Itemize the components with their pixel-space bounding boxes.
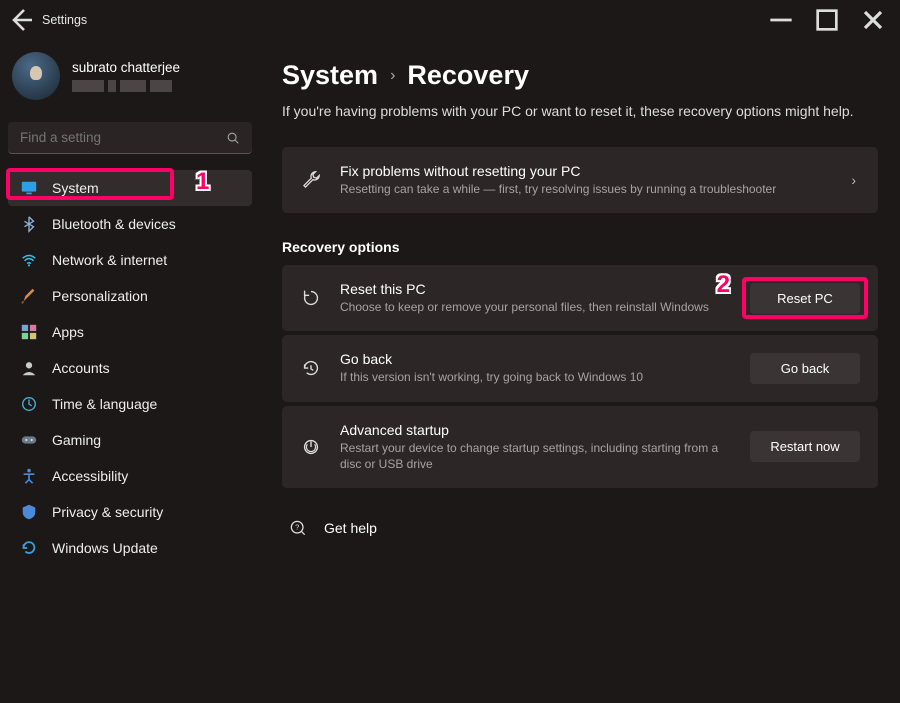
help-icon: ? <box>288 518 308 538</box>
advanced-startup-card: Advanced startup Restart your device to … <box>282 406 878 488</box>
maximize-button[interactable] <box>804 4 850 36</box>
card-title: Advanced startup <box>340 422 732 438</box>
close-button[interactable] <box>850 4 896 36</box>
annotation-number-1: 1 <box>196 168 209 196</box>
sidebar-item-accessibility[interactable]: Accessibility <box>8 458 252 494</box>
display-icon <box>20 179 38 197</box>
window-title: Settings <box>42 13 87 27</box>
sidebar-item-label: Accounts <box>52 360 110 376</box>
card-subtitle: Restart your device to change startup se… <box>340 440 730 472</box>
sidebar-item-label: Apps <box>52 324 84 340</box>
sidebar-item-privacy[interactable]: Privacy & security <box>8 494 252 530</box>
sidebar-item-bluetooth[interactable]: Bluetooth & devices <box>8 206 252 242</box>
card-subtitle: If this version isn't working, try going… <box>340 369 732 385</box>
card-subtitle: Resetting can take a while — first, try … <box>340 181 829 197</box>
breadcrumb-parent[interactable]: System <box>282 60 378 91</box>
sidebar-item-label: Time & language <box>52 396 157 412</box>
apps-icon <box>20 323 38 341</box>
avatar <box>12 52 60 100</box>
search-input[interactable] <box>20 130 226 145</box>
svg-text:?: ? <box>295 523 299 532</box>
wrench-icon <box>300 169 322 191</box>
card-title: Reset this PC <box>340 281 732 297</box>
sidebar-item-label: System <box>52 180 99 196</box>
reset-pc-button[interactable]: Reset PC <box>750 283 860 314</box>
chevron-right-icon: › <box>847 172 860 188</box>
sidebar-item-system[interactable]: System 1 <box>8 170 252 206</box>
restart-now-button[interactable]: Restart now <box>750 431 860 462</box>
get-help-label: Get help <box>324 520 377 536</box>
profile-block[interactable]: subrato chatterjee <box>8 48 252 112</box>
sidebar-item-label: Accessibility <box>52 468 128 484</box>
chevron-right-icon: › <box>390 67 395 85</box>
sidebar: subrato chatterjee System 1 Bluetooth & <box>0 40 260 703</box>
clock-globe-icon <box>20 395 38 413</box>
update-icon <box>20 539 38 557</box>
nav-list: System 1 Bluetooth & devices Network & i… <box>8 170 252 566</box>
sidebar-item-label: Gaming <box>52 432 101 448</box>
search-icon <box>226 131 240 145</box>
go-back-card: Go back If this version isn't working, t… <box>282 335 878 401</box>
card-title: Fix problems without resetting your PC <box>340 163 829 179</box>
sidebar-item-network[interactable]: Network & internet <box>8 242 252 278</box>
bluetooth-icon <box>20 215 38 233</box>
titlebar: Settings <box>0 0 900 40</box>
sidebar-item-label: Privacy & security <box>52 504 163 520</box>
shield-icon <box>20 503 38 521</box>
person-icon <box>20 359 38 377</box>
main-content: System › Recovery If you're having probl… <box>260 40 900 703</box>
minimize-button[interactable] <box>758 4 804 36</box>
back-button[interactable] <box>4 4 36 36</box>
go-back-button[interactable]: Go back <box>750 353 860 384</box>
sidebar-item-time-language[interactable]: Time & language <box>8 386 252 422</box>
sidebar-item-label: Network & internet <box>52 252 167 268</box>
sidebar-item-update[interactable]: Windows Update <box>8 530 252 566</box>
sidebar-item-accounts[interactable]: Accounts <box>8 350 252 386</box>
paintbrush-icon <box>20 287 38 305</box>
power-settings-icon <box>300 436 322 458</box>
reset-pc-card: Reset this PC Choose to keep or remove y… <box>282 265 878 331</box>
accessibility-icon <box>20 467 38 485</box>
sidebar-item-apps[interactable]: Apps <box>8 314 252 350</box>
search-box[interactable] <box>8 122 252 154</box>
breadcrumb-current: Recovery <box>407 60 529 91</box>
history-icon <box>300 357 322 379</box>
sidebar-item-label: Windows Update <box>52 540 158 556</box>
wifi-icon <box>20 251 38 269</box>
page-description: If you're having problems with your PC o… <box>282 103 878 119</box>
sidebar-item-label: Personalization <box>52 288 148 304</box>
profile-name: subrato chatterjee <box>72 60 180 75</box>
card-subtitle: Choose to keep or remove your personal f… <box>340 299 732 315</box>
section-title-recovery: Recovery options <box>282 239 878 255</box>
get-help-link[interactable]: ? Get help <box>282 506 878 550</box>
fix-problems-card[interactable]: Fix problems without resetting your PC R… <box>282 147 878 213</box>
profile-email-redacted <box>72 80 180 92</box>
gaming-icon <box>20 431 38 449</box>
sidebar-item-gaming[interactable]: Gaming <box>8 422 252 458</box>
sidebar-item-personalization[interactable]: Personalization <box>8 278 252 314</box>
reset-icon <box>300 287 322 309</box>
card-title: Go back <box>340 351 732 367</box>
sidebar-item-label: Bluetooth & devices <box>52 216 176 232</box>
breadcrumb: System › Recovery <box>282 60 878 91</box>
